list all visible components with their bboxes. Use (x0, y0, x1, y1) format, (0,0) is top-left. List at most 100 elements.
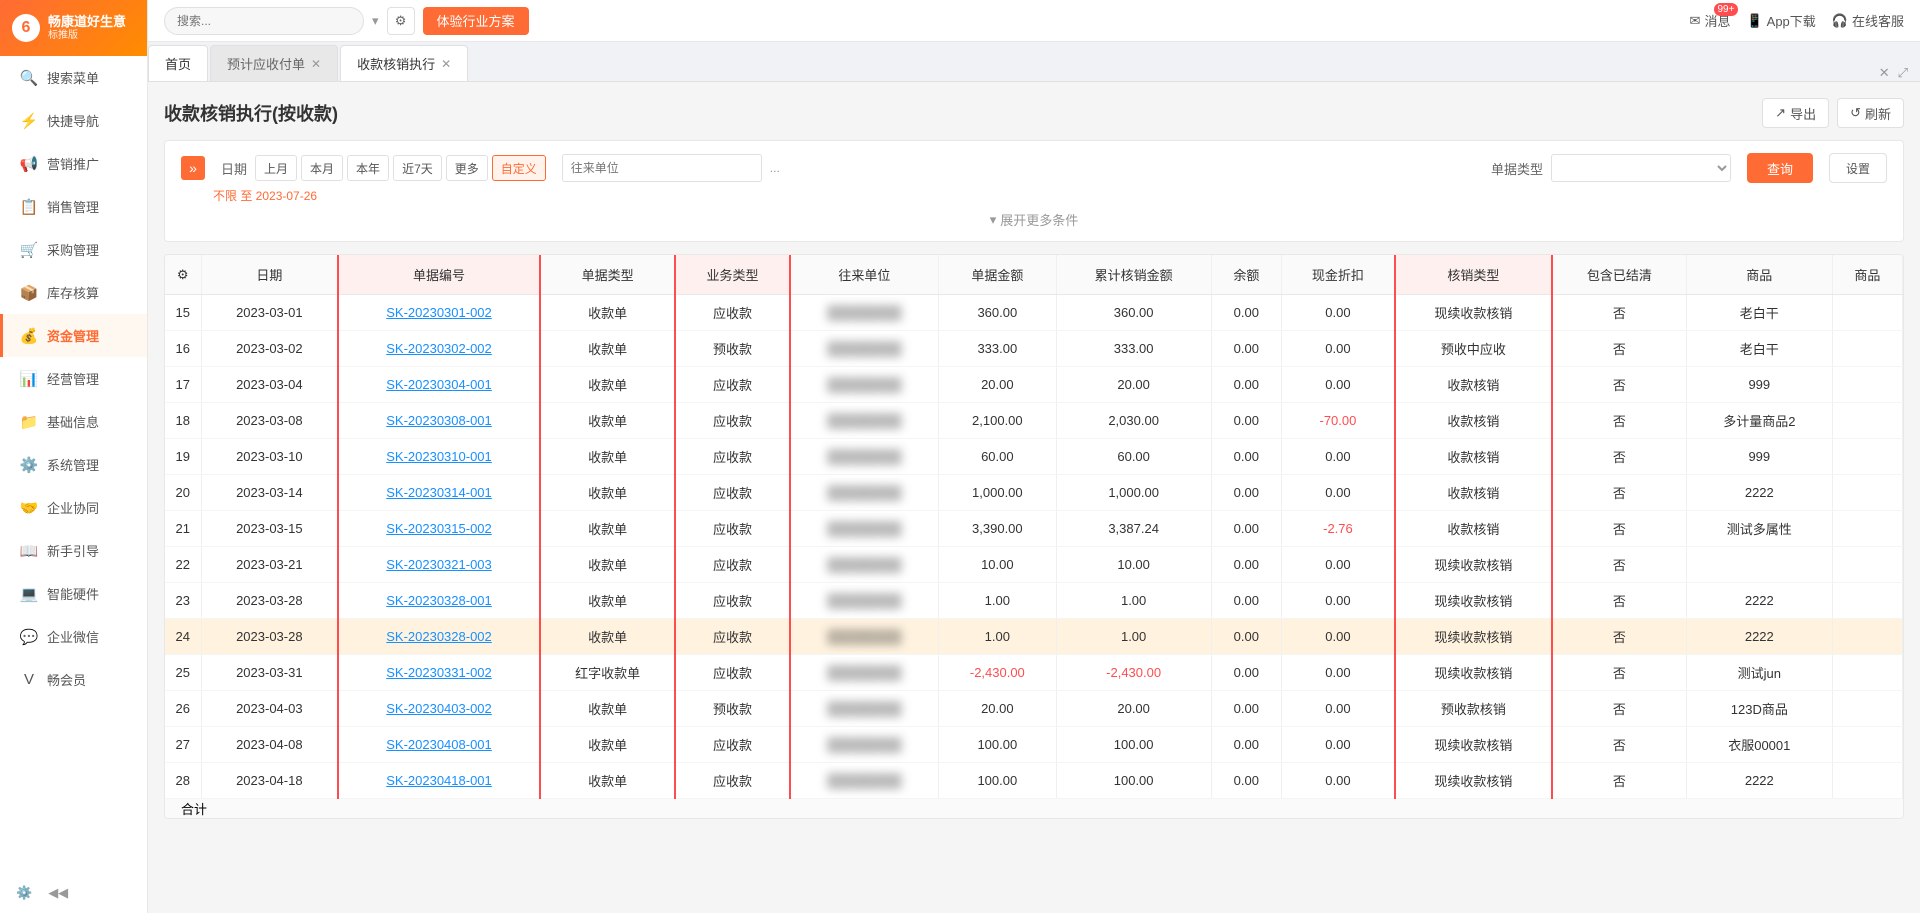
cell-doc-no: SK-20230304-001 (338, 367, 540, 403)
tabbar: 首页 预计应收付单 ✕ 收款核销执行 ✕ ✕ ⤢ (148, 42, 1920, 82)
cell-balance: 0.00 (1211, 475, 1281, 511)
cell-date: 2023-04-08 (201, 727, 338, 763)
sidebar: 6 畅康道好生意 标推版 🔍搜索菜单⚡快捷导航📢营销推广📋销售管理🛒采购管理📦库… (0, 0, 148, 913)
sidebar-icon: 📖 (19, 542, 39, 560)
cell-unit: ████████ (790, 439, 939, 475)
doc-no-link[interactable]: SK-20230308-001 (386, 413, 492, 428)
last-7days-btn[interactable]: 近7天 (393, 155, 442, 181)
query-btn[interactable]: 查询 (1747, 153, 1813, 183)
sidebar-item-智能硬件[interactable]: 💻智能硬件 (0, 572, 147, 615)
cell-discount: 0.00 (1281, 655, 1395, 691)
doc-no-link[interactable]: SK-20230302-002 (386, 341, 492, 356)
table-scroll[interactable]: ⚙ 日期 单据编号 单据类型 业务类型 往来单位 单据金额 累计核销金额 余额 … (165, 255, 1903, 818)
doc-no-link[interactable]: SK-20230403-002 (386, 701, 492, 716)
cell-included: 否 (1552, 583, 1687, 619)
sidebar-item-快捷导航[interactable]: ⚡快捷导航 (0, 99, 147, 142)
doc-no-link[interactable]: SK-20230315-002 (386, 521, 492, 536)
cell-unit: ████████ (790, 367, 939, 403)
table-row: 22 2023-03-21 SK-20230321-003 收款单 应收款 ██… (165, 547, 1903, 583)
filter-settings-btn[interactable]: 设置 (1829, 153, 1887, 183)
sidebar-item-新手引导[interactable]: 📖新手引导 (0, 529, 147, 572)
doc-no-link[interactable]: SK-20230328-002 (386, 629, 492, 644)
doc-no-link[interactable]: SK-20230331-002 (386, 665, 492, 680)
expand-arrow-icon: ▾ (990, 212, 997, 228)
cell-doc-type: 收款单 (540, 763, 676, 799)
dropdown-icon[interactable]: ▾ (372, 13, 379, 29)
cell-doc-no: SK-20230315-002 (338, 511, 540, 547)
cell-amount: 3,390.00 (939, 511, 1056, 547)
topbar-right: ✉ 消息 99+ 📱 App下载 🎧 在线客服 (1690, 11, 1904, 30)
unit-filter-input[interactable] (562, 154, 762, 182)
settings-gear-btn[interactable]: ⚙ (387, 7, 415, 35)
tab-close-writeoff[interactable]: ✕ (441, 57, 451, 71)
cell-amount: 1.00 (939, 583, 1056, 619)
cell-unit: ████████ (790, 475, 939, 511)
tab-accounts-receivable[interactable]: 预计应收付单 ✕ (210, 45, 338, 81)
sidebar-item-销售管理[interactable]: 📋销售管理 (0, 185, 147, 228)
cell-included: 否 (1552, 475, 1687, 511)
cell-included: 否 (1552, 655, 1687, 691)
export-btn[interactable]: ↗ 导出 (1762, 98, 1829, 128)
sidebar-icon: 📁 (19, 413, 39, 431)
more-date-btn[interactable]: 更多 (446, 155, 488, 181)
settings-icon[interactable]: ⚙️ (16, 885, 32, 901)
collapse-icon[interactable]: ◀◀ (48, 885, 68, 901)
doc-type-select[interactable] (1551, 154, 1731, 182)
sidebar-item-畅会员[interactable]: V畅会员 (0, 658, 147, 701)
sidebar-item-企业协同[interactable]: 🤝企业协同 (0, 486, 147, 529)
sidebar-item-营销推广[interactable]: 📢营销推广 (0, 142, 147, 185)
sidebar-item-库存核算[interactable]: 📦库存核算 (0, 271, 147, 314)
cell-balance: 0.00 (1211, 367, 1281, 403)
cell-amount: 20.00 (939, 691, 1056, 727)
table-row: 18 2023-03-08 SK-20230308-001 收款单 应收款 ██… (165, 403, 1903, 439)
sidebar-item-系统管理[interactable]: ⚙️系统管理 (0, 443, 147, 486)
doc-no-link[interactable]: SK-20230408-001 (386, 737, 492, 752)
tab-write-off[interactable]: 收款核销执行 ✕ (340, 45, 468, 81)
sidebar-item-基础信息[interactable]: 📁 基础信息 (0, 400, 147, 443)
sidebar-item-搜索菜单[interactable]: 🔍搜索菜单 (0, 56, 147, 99)
doc-no-link[interactable]: SK-20230418-001 (386, 773, 492, 788)
sidebar-label: 库存核算 (47, 283, 99, 302)
doc-no-link[interactable]: SK-20230328-001 (386, 593, 492, 608)
sidebar-label: 基础信息 (47, 412, 99, 431)
tab-close-accounts[interactable]: ✕ (311, 57, 321, 71)
doc-no-link[interactable]: SK-20230304-001 (386, 377, 492, 392)
tab-home[interactable]: 首页 (148, 45, 208, 81)
refresh-btn[interactable]: ↺ 刷新 (1837, 98, 1904, 128)
doc-no-link[interactable]: SK-20230321-003 (386, 557, 492, 572)
filter-expand-btn[interactable]: » (181, 156, 205, 180)
table-row: 16 2023-03-02 SK-20230302-002 收款单 预收款 ██… (165, 331, 1903, 367)
this-year-btn[interactable]: 本年 (347, 155, 389, 181)
th-balance: 余额 (1211, 255, 1281, 295)
sidebar-item-资金管理[interactable]: 💰资金管理 (0, 314, 147, 357)
doc-no-link[interactable]: SK-20230301-002 (386, 305, 492, 320)
cell-biz-type: 应收款 (675, 619, 789, 655)
cell-cancel-type: 现续收款核销 (1395, 727, 1552, 763)
cell-balance: 0.00 (1211, 619, 1281, 655)
app-name: 畅康道好生意 (48, 14, 126, 30)
this-month-btn[interactable]: 本月 (301, 155, 343, 181)
topbar-left: ▾ ⚙ 体验行业方案 (164, 7, 1674, 35)
industry-solution-btn[interactable]: 体验行业方案 (423, 7, 529, 35)
tab-close-all-icon[interactable]: ✕ (1879, 65, 1890, 81)
custom-date-btn[interactable]: 自定义 (492, 155, 546, 181)
online-service-btn[interactable]: 🎧 在线客服 (1832, 11, 1904, 30)
cell-balance: 0.00 (1211, 655, 1281, 691)
th-settings[interactable]: ⚙ (165, 255, 201, 295)
doc-no-link[interactable]: SK-20230314-001 (386, 485, 492, 500)
doc-no-link[interactable]: SK-20230310-001 (386, 449, 492, 464)
last-month-btn[interactable]: 上月 (255, 155, 297, 181)
tab-maximize-icon[interactable]: ⤢ (1898, 65, 1908, 81)
sidebar-item-企业微信[interactable]: 💬企业微信 (0, 615, 147, 658)
app-download-btn[interactable]: 📱 App下载 (1746, 11, 1815, 30)
search-input[interactable] (164, 7, 364, 35)
cell-date: 2023-04-18 (201, 763, 338, 799)
footer-amount (939, 799, 1056, 819)
cell-balance: 0.00 (1211, 763, 1281, 799)
cell-goods2 (1832, 547, 1902, 583)
sidebar-item-经营管理[interactable]: 📊经营管理 (0, 357, 147, 400)
page-actions: ↗ 导出 ↺ 刷新 (1762, 98, 1904, 128)
message-btn[interactable]: ✉ 消息 99+ (1690, 11, 1731, 30)
expand-more-conditions[interactable]: ▾ 展开更多条件 (181, 204, 1887, 229)
sidebar-item-采购管理[interactable]: 🛒采购管理 (0, 228, 147, 271)
